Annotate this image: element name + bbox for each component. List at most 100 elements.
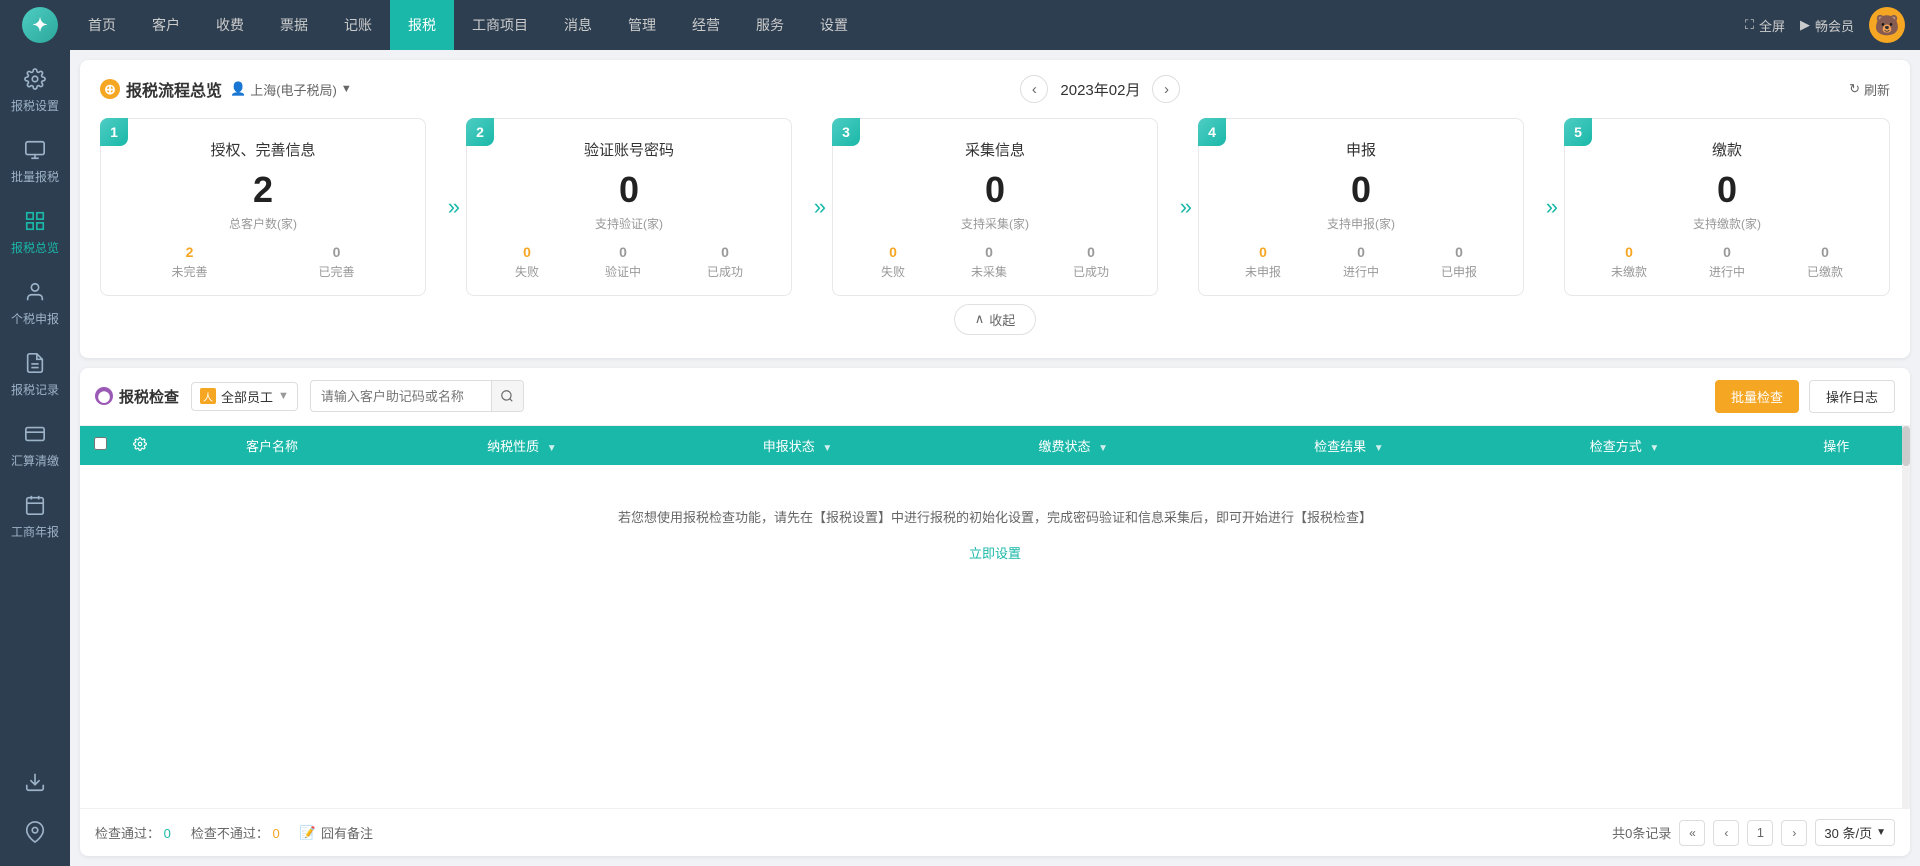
stat-complete: 0 已完善	[318, 244, 354, 280]
employee-icon: 人	[200, 388, 216, 404]
step-stats-5: 0 未缴款 0 进行中 0 已缴款	[1580, 244, 1874, 280]
stat-undeclared-4: 0 未申报	[1245, 244, 1281, 280]
collapse-button[interactable]: ∧ 收起	[954, 304, 1037, 335]
sidebar-item-location[interactable]	[3, 808, 68, 856]
table-header-row: 客户名称 纳税性质 ▼ 申报状态 ▼ 缴费状态 ▼	[80, 426, 1910, 465]
nav-messages[interactable]: 消息	[546, 0, 610, 50]
nav-bills[interactable]: 票据	[262, 0, 326, 50]
filter-icon-fee: ▼	[1098, 443, 1108, 454]
fullscreen-button[interactable]: ⛶ 全屏	[1745, 16, 1785, 35]
sidebar-item-download[interactable]	[3, 758, 68, 806]
prev-month-button[interactable]: ‹	[1020, 75, 1048, 103]
location-tag[interactable]: 👤 上海(电子税局) ▼	[230, 80, 352, 99]
membership-icon: ▶	[1800, 17, 1810, 33]
first-page-button[interactable]: «	[1679, 820, 1705, 846]
settlement-icon	[21, 420, 49, 448]
per-page-selector[interactable]: 30 条/页 ▼	[1815, 819, 1895, 846]
step-subtitle-4: 支持申报(家)	[1214, 215, 1508, 232]
card-title-area: ⊕ 报税流程总览 👤 上海(电子税局) ▼	[100, 77, 352, 101]
chevron-down-icon: ▼	[341, 83, 352, 95]
next-page-button[interactable]: ›	[1781, 820, 1807, 846]
sidebar-item-personal-tax[interactable]: 个税申报	[3, 268, 68, 337]
step-title-5: 缴款	[1580, 139, 1874, 160]
batch-check-button[interactable]: 批量检查	[1715, 380, 1799, 413]
refresh-icon: ↻	[1849, 81, 1860, 97]
nav-home[interactable]: 首页	[70, 0, 134, 50]
stat-inprogress-5: 0 进行中	[1709, 244, 1745, 280]
step-num-3: 3	[832, 118, 860, 146]
th-declare-status[interactable]: 申报状态 ▼	[660, 426, 936, 465]
th-check-method[interactable]: 检查方式 ▼	[1487, 426, 1763, 465]
step-num-4: 4	[1198, 118, 1226, 146]
card-title: ⊕ 报税流程总览	[100, 77, 222, 101]
nav-accounting[interactable]: 记账	[326, 0, 390, 50]
table-empty-row: 若您想使用报税检查功能，请先在【报税设置】中进行报税的初始化设置，完成密码验证和…	[80, 465, 1910, 607]
location-icon	[21, 818, 49, 846]
search-input[interactable]	[311, 384, 491, 409]
search-button[interactable]	[491, 381, 523, 411]
nav-operations[interactable]: 经营	[674, 0, 738, 50]
table-scrollbar[interactable]	[1902, 426, 1910, 808]
th-check-result[interactable]: 检查结果 ▼	[1211, 426, 1487, 465]
flow-step-3: 3 » 采集信息 0 支持采集(家) 0 失败 0 未采集	[832, 118, 1158, 296]
th-fee-status[interactable]: 缴费状态 ▼	[935, 426, 1211, 465]
table-container: 客户名称 纳税性质 ▼ 申报状态 ▼ 缴费状态 ▼	[80, 426, 1910, 808]
operation-log-button[interactable]: 操作日志	[1809, 380, 1895, 413]
flow-steps: 1 » 授权、完善信息 2 总客户数(家) 2 未完善 0 已完善	[100, 118, 1890, 296]
stat-verifying-2: 0 验证中	[605, 244, 641, 280]
nav-customers[interactable]: 客户	[134, 0, 198, 50]
stat-declared-4: 0 已申报	[1441, 244, 1477, 280]
collapse-arrow-icon: ∧	[975, 311, 985, 327]
collapse-bar: ∧ 收起	[100, 296, 1890, 343]
select-all-checkbox[interactable]	[94, 437, 107, 450]
step-arrow-3: »	[1180, 194, 1192, 220]
tax-overview-icon	[21, 207, 49, 235]
stat-incomplete: 2 未完善	[171, 244, 207, 280]
content-area: ⊕ 报税流程总览 👤 上海(电子税局) ▼ ‹ 2023年02月 › ↻	[70, 50, 1920, 866]
nav-settings[interactable]: 设置	[802, 0, 866, 50]
step-num-1: 1	[100, 118, 128, 146]
scroll-thumb	[1902, 426, 1910, 466]
nav-business[interactable]: 工商项目	[454, 0, 546, 50]
sidebar-item-settlement[interactable]: 汇算清缴	[3, 410, 68, 479]
stat-val-incomplete: 2	[186, 244, 194, 260]
flow-step-1: 1 » 授权、完善信息 2 总客户数(家) 2 未完善 0 已完善	[100, 118, 426, 296]
nav-tax[interactable]: 报税	[390, 0, 454, 50]
th-tax-type[interactable]: 纳税性质 ▼	[384, 426, 660, 465]
step-title-1: 授权、完善信息	[116, 139, 410, 160]
current-month: 2023年02月	[1060, 79, 1140, 100]
prev-page-button[interactable]: ‹	[1713, 820, 1739, 846]
sidebar-item-tax-overview[interactable]: 报税总览	[3, 197, 68, 266]
stat-val-complete: 0	[333, 244, 341, 260]
sidebar-item-tax-records[interactable]: 报税记录	[3, 339, 68, 408]
nav-fees[interactable]: 收费	[198, 0, 262, 50]
header-actions: 批量检查 操作日志	[1715, 380, 1895, 413]
table-body: 若您想使用报税检查功能，请先在【报税设置】中进行报税的初始化设置，完成密码验证和…	[80, 465, 1910, 607]
passed-count[interactable]: 0	[164, 826, 171, 841]
stat-success-3: 0 已成功	[1073, 244, 1109, 280]
employee-selector[interactable]: 人 全部员工 ▼	[191, 382, 298, 411]
check-title-icon: ⬤	[95, 387, 113, 405]
top-navigation: ✦ 首页 客户 收费 票据 记账 报税 工商项目 消息 管理 经营 服务 设置 …	[0, 0, 1920, 50]
step-num-2: 2	[466, 118, 494, 146]
sidebar-item-batch-tax[interactable]: 批量报税	[3, 126, 68, 195]
location-person-icon: 👤	[230, 81, 246, 97]
step-count-3: 0	[848, 170, 1142, 210]
nav-management[interactable]: 管理	[610, 0, 674, 50]
membership-button[interactable]: ▶ 畅会员	[1800, 16, 1854, 35]
sidebar-item-annual-report[interactable]: 工商年报	[3, 481, 68, 550]
step-title-4: 申报	[1214, 139, 1508, 160]
sidebar-item-tax-settings[interactable]: 报税设置	[3, 55, 68, 124]
refresh-button[interactable]: ↻ 刷新	[1849, 80, 1890, 99]
stat-failed-3: 0 失败	[881, 244, 905, 280]
setup-link[interactable]: 立即设置	[120, 541, 1870, 567]
dropdown-chevron-icon: ▼	[278, 390, 289, 402]
nav-items-container: 首页 客户 收费 票据 记账 报税 工商项目 消息 管理 经营 服务 设置	[70, 0, 1745, 50]
app-logo: ✦	[10, 7, 70, 43]
avatar[interactable]: 🐻	[1869, 7, 1905, 43]
nav-service[interactable]: 服务	[738, 0, 802, 50]
next-month-button[interactable]: ›	[1152, 75, 1180, 103]
table-footer: 检查通过： 0 检查不通过： 0 📝 囧有备注 共0条记录 « ‹	[80, 808, 1910, 856]
stat-inprogress-4: 0 进行中	[1343, 244, 1379, 280]
failed-count[interactable]: 0	[273, 826, 280, 841]
